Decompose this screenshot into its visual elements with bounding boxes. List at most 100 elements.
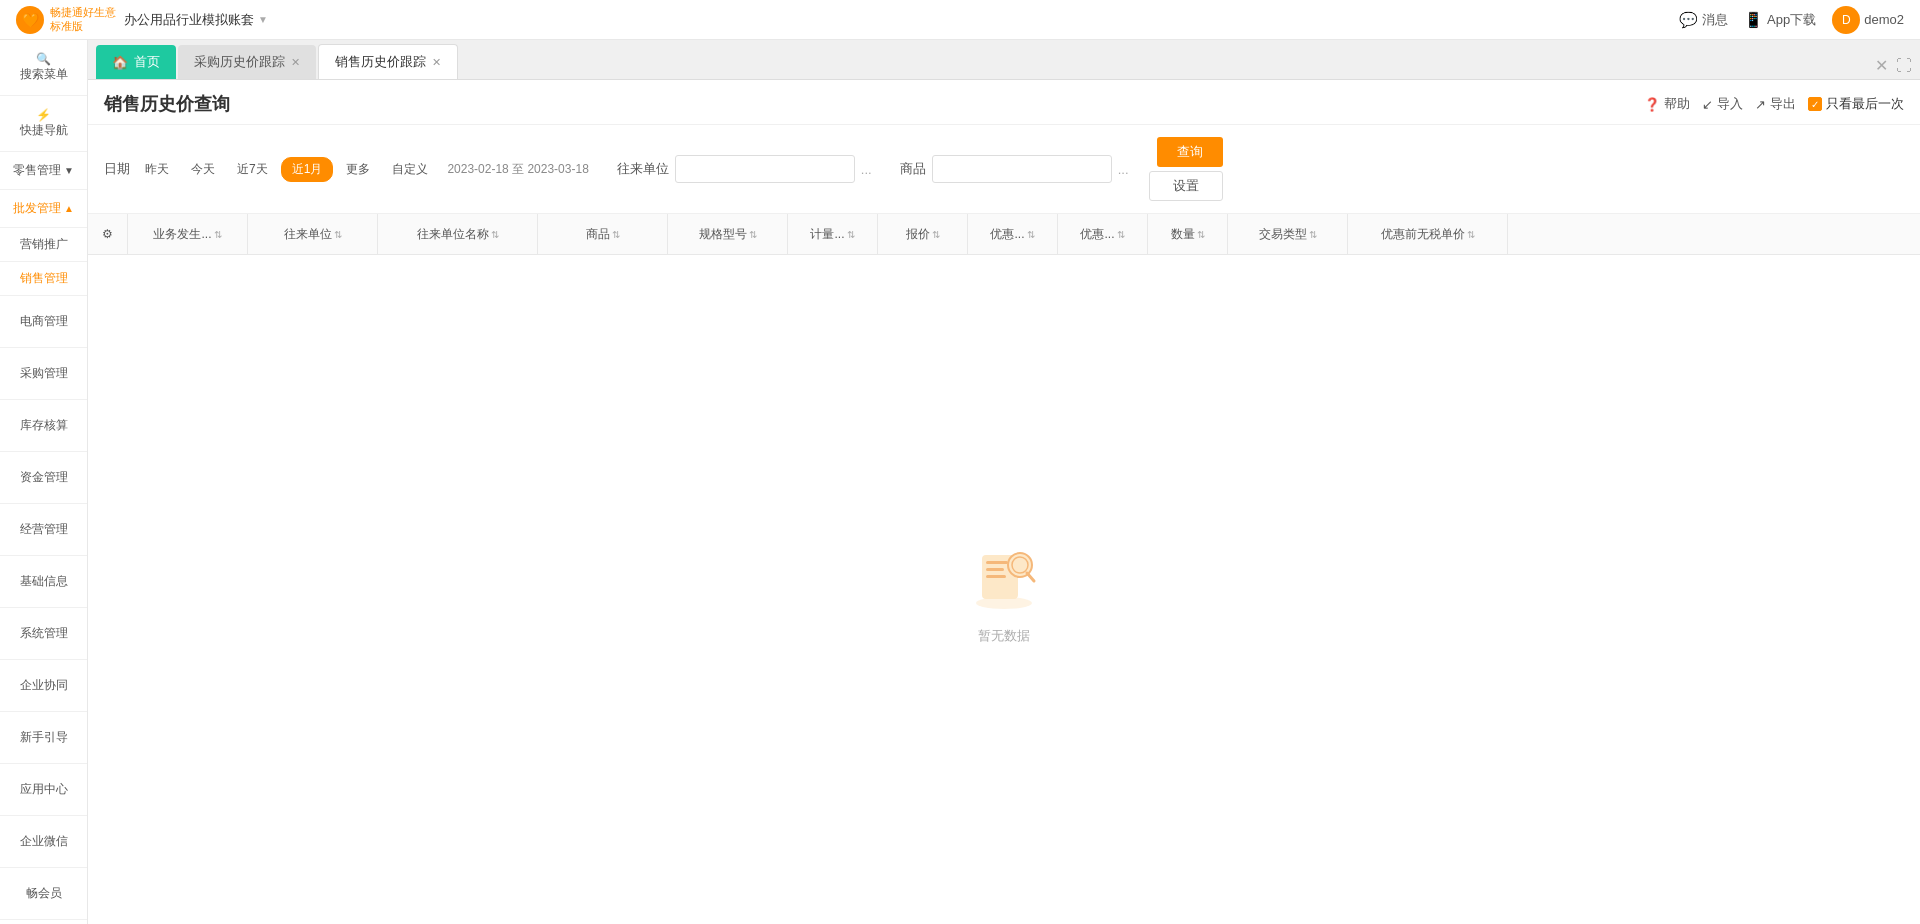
date-btn-today[interactable]: 今天 bbox=[182, 157, 224, 182]
th-spec[interactable]: 规格型号 ⇅ bbox=[668, 214, 788, 254]
sidebar-item-system-label: 系统管理 bbox=[20, 625, 68, 642]
date-btn-7days[interactable]: 近7天 bbox=[228, 157, 277, 182]
username: demo2 bbox=[1864, 12, 1904, 27]
message-icon: 💬 bbox=[1679, 11, 1698, 29]
th-trade-type[interactable]: 交易类型 ⇅ bbox=[1228, 214, 1348, 254]
sidebar-item-appcenter[interactable]: 应用中心 bbox=[0, 764, 87, 816]
svg-rect-3 bbox=[986, 568, 1004, 571]
query-button[interactable]: 查询 bbox=[1157, 137, 1223, 167]
svg-rect-2 bbox=[986, 561, 1008, 564]
th-qty-label: 数量 bbox=[1171, 226, 1195, 243]
empty-state: 暂无数据 bbox=[88, 255, 1920, 924]
sidebar-item-marketing[interactable]: 营销推广 bbox=[0, 228, 87, 262]
sidebar-item-quicknav[interactable]: ⚡ 快捷导航 bbox=[0, 96, 87, 152]
date-btn-custom[interactable]: 自定义 bbox=[383, 157, 437, 182]
th-partner-code[interactable]: 往来单位 ⇅ bbox=[248, 214, 378, 254]
app-download-button[interactable]: 📱 App下载 bbox=[1744, 11, 1816, 29]
th-product[interactable]: 商品 ⇅ bbox=[538, 214, 668, 254]
help-icon: ❓ bbox=[1644, 97, 1660, 112]
close-all-icon[interactable]: ✕ bbox=[1875, 56, 1888, 75]
product-label: 商品 bbox=[900, 160, 926, 178]
user-avatar-area[interactable]: D demo2 bbox=[1832, 6, 1904, 34]
tab-purchase-history-close[interactable]: ✕ bbox=[291, 57, 300, 68]
sidebar-item-sales[interactable]: 销售管理 bbox=[0, 262, 87, 296]
header-left: 🧡 畅捷通好生意 标准版 办公用品行业模拟账套 ▼ bbox=[16, 6, 268, 34]
sidebar-item-wholesale-label: 批发管理 bbox=[13, 200, 61, 217]
th-quote[interactable]: 报价 ⇅ bbox=[878, 214, 968, 254]
help-button[interactable]: ❓ 帮助 bbox=[1644, 95, 1690, 113]
sidebar-item-purchase[interactable]: 采购管理 bbox=[0, 348, 87, 400]
app-title-dropdown[interactable]: 办公用品行业模拟账套 ▼ bbox=[124, 11, 268, 29]
partner-label: 往来单位 bbox=[617, 160, 669, 178]
page-content: 销售历史价查询 ❓ 帮助 ↙ 导入 ↗ 导出 ✓ bbox=[88, 80, 1920, 924]
sort-arrow-business: ⇅ bbox=[214, 229, 222, 240]
app-download-label: App下载 bbox=[1767, 11, 1816, 29]
partner-filter-group: 往来单位 ... bbox=[617, 155, 872, 183]
tab-sales-history[interactable]: 销售历史价跟踪 ✕ bbox=[318, 44, 458, 79]
export-button[interactable]: ↗ 导出 bbox=[1755, 95, 1796, 113]
sidebar-item-sales-label: 销售管理 bbox=[20, 270, 68, 287]
th-settings[interactable]: ⚙ bbox=[88, 214, 128, 254]
th-business-date[interactable]: 业务发生... ⇅ bbox=[128, 214, 248, 254]
sidebar-item-finance-label: 资金管理 bbox=[20, 469, 68, 486]
chevron-down-icon-retail: ▼ bbox=[64, 165, 74, 176]
sidebar-item-basics-label: 基础信息 bbox=[20, 573, 68, 590]
tab-home-label: 首页 bbox=[134, 53, 160, 71]
fullscreen-icon[interactable]: ⛶ bbox=[1896, 57, 1912, 75]
th-pretax[interactable]: 优惠前无税单价 ⇅ bbox=[1348, 214, 1508, 254]
date-btn-yesterday[interactable]: 昨天 bbox=[136, 157, 178, 182]
sidebar-item-retail[interactable]: 零售管理 ▼ bbox=[0, 152, 87, 190]
sidebar-item-ecommerce[interactable]: 电商管理 bbox=[0, 296, 87, 348]
date-btn-1month[interactable]: 近1月 bbox=[281, 157, 334, 182]
chevron-down-icon: ▼ bbox=[258, 14, 268, 25]
sidebar-item-member[interactable]: 畅会员 bbox=[0, 868, 87, 920]
sidebar-item-operations[interactable]: 经营管理 bbox=[0, 504, 87, 556]
th-partner-code-label: 往来单位 bbox=[284, 226, 332, 243]
only-last-checkbox[interactable]: ✓ 只看最后一次 bbox=[1808, 95, 1904, 113]
sidebar-item-newbie[interactable]: 新手引导 bbox=[0, 712, 87, 764]
tab-sales-history-close[interactable]: ✕ bbox=[432, 57, 441, 68]
search-icon: 🔍 bbox=[36, 52, 51, 66]
th-partner-name[interactable]: 往来单位名称 ⇅ bbox=[378, 214, 538, 254]
partner-input[interactable] bbox=[675, 155, 855, 183]
settings-button[interactable]: 设置 bbox=[1149, 171, 1223, 201]
sort-arrow-pretax: ⇅ bbox=[1467, 229, 1475, 240]
table-header: ⚙ 业务发生... ⇅ 往来单位 ⇅ 往来单位名称 ⇅ bbox=[88, 214, 1920, 255]
sidebar-item-wholesale[interactable]: 批发管理 ▲ bbox=[0, 190, 87, 228]
avatar: D bbox=[1832, 6, 1860, 34]
th-qty[interactable]: 数量 ⇅ bbox=[1148, 214, 1228, 254]
import-button[interactable]: ↙ 导入 bbox=[1702, 95, 1743, 113]
sidebar-item-quicknav-label: 快捷导航 bbox=[20, 122, 68, 139]
sidebar-item-appcenter-label: 应用中心 bbox=[20, 781, 68, 798]
sidebar-item-inventory-label: 库存核算 bbox=[20, 417, 68, 434]
th-pretax-label: 优惠前无税单价 bbox=[1381, 226, 1465, 243]
sidebar-item-finance[interactable]: 资金管理 bbox=[0, 452, 87, 504]
partner-ellipsis[interactable]: ... bbox=[861, 162, 872, 177]
th-discount2-label: 优惠... bbox=[1080, 226, 1114, 243]
th-discount1[interactable]: 优惠... ⇅ bbox=[968, 214, 1058, 254]
sidebar-item-search[interactable]: 🔍 搜索菜单 bbox=[0, 40, 87, 96]
th-discount1-label: 优惠... bbox=[990, 226, 1024, 243]
th-unit[interactable]: 计量... ⇅ bbox=[788, 214, 878, 254]
message-button[interactable]: 💬 消息 bbox=[1679, 11, 1728, 29]
sidebar-item-operations-label: 经营管理 bbox=[20, 521, 68, 538]
sidebar-item-inventory[interactable]: 库存核算 bbox=[0, 400, 87, 452]
date-buttons: 昨天 今天 近7天 近1月 更多 自定义 bbox=[136, 157, 437, 182]
sidebar-item-enterprise[interactable]: 企业协同 bbox=[0, 660, 87, 712]
date-btn-more[interactable]: 更多 bbox=[337, 157, 379, 182]
only-last-label: 只看最后一次 bbox=[1826, 95, 1904, 113]
product-ellipsis[interactable]: ... bbox=[1118, 162, 1129, 177]
sidebar-item-basics[interactable]: 基础信息 bbox=[0, 556, 87, 608]
sidebar-item-newbie-label: 新手引导 bbox=[20, 729, 68, 746]
tab-home[interactable]: 🏠 首页 bbox=[96, 45, 176, 79]
checkbox-icon[interactable]: ✓ bbox=[1808, 97, 1822, 111]
sidebar-item-system[interactable]: 系统管理 bbox=[0, 608, 87, 660]
chevron-up-icon-wholesale: ▲ bbox=[64, 203, 74, 214]
sidebar-item-wechat[interactable]: 企业微信 bbox=[0, 816, 87, 868]
tab-purchase-history[interactable]: 采购历史价跟踪 ✕ bbox=[178, 45, 316, 79]
header-right: 💬 消息 📱 App下载 D demo2 bbox=[1679, 6, 1904, 34]
product-input[interactable] bbox=[932, 155, 1112, 183]
th-discount2[interactable]: 优惠... ⇅ bbox=[1058, 214, 1148, 254]
th-partner-name-label: 往来单位名称 bbox=[417, 226, 489, 243]
th-trade-type-label: 交易类型 bbox=[1259, 226, 1307, 243]
